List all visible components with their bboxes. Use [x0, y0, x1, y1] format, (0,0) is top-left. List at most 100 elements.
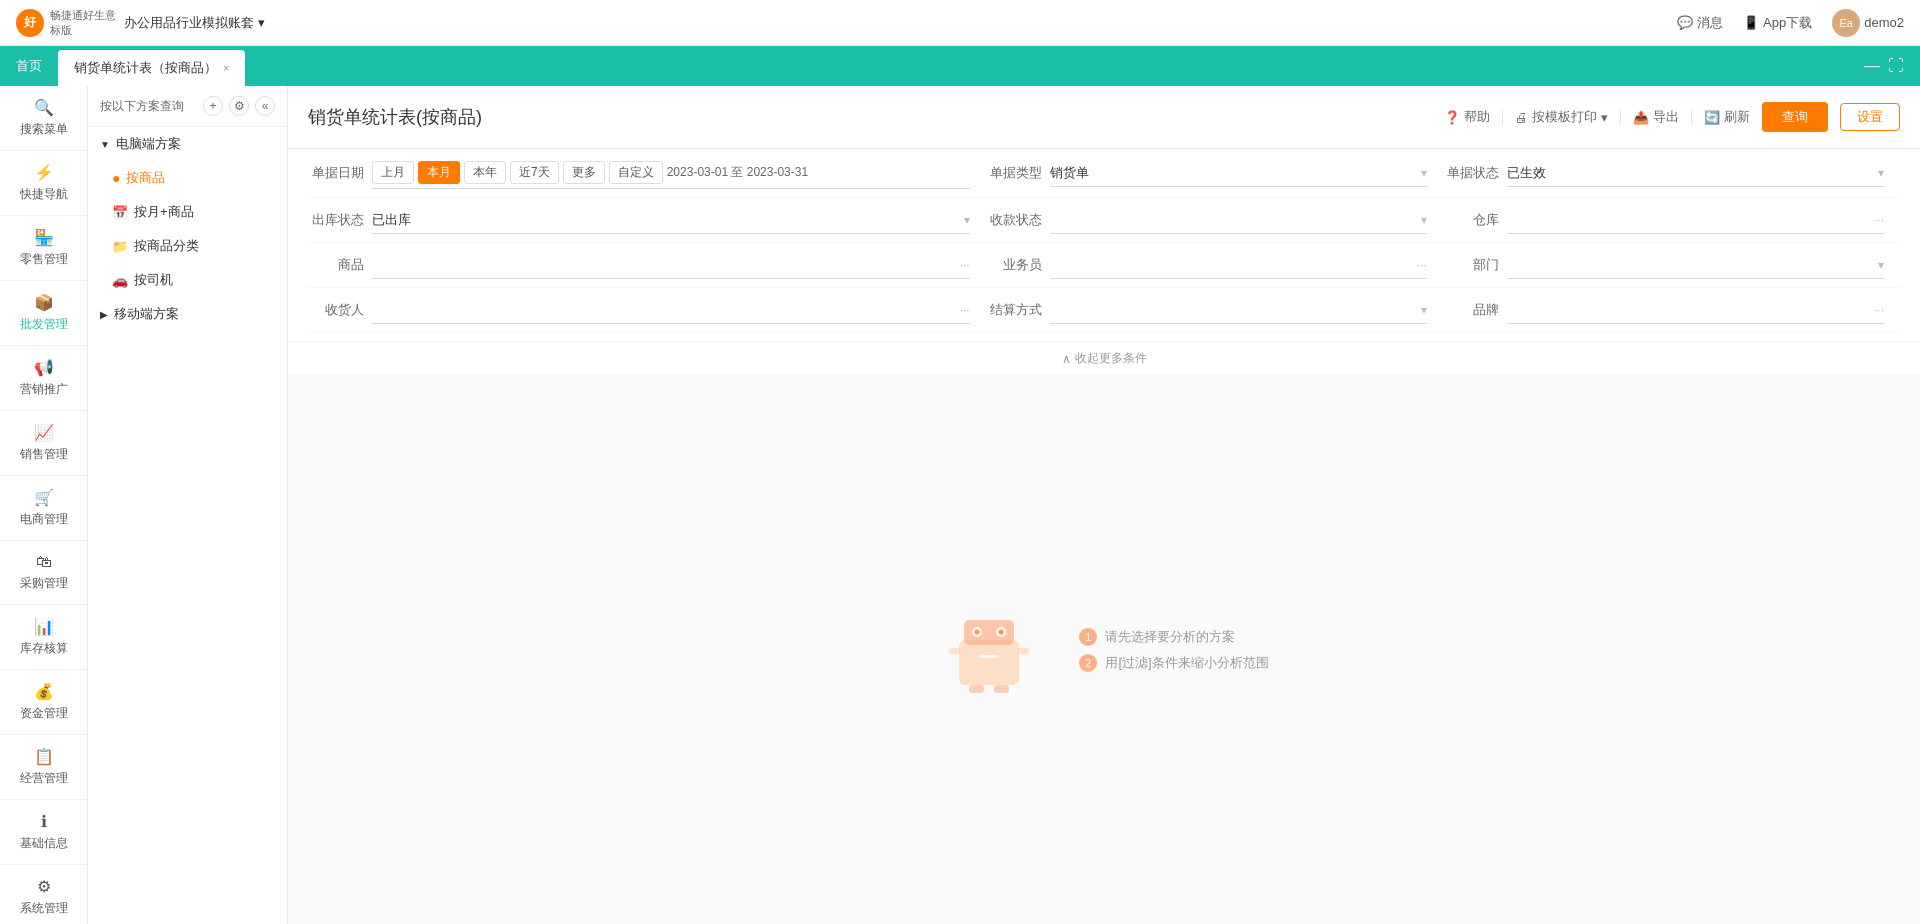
logo-text: 畅捷通好生意 标版	[50, 8, 116, 37]
type-dropdown-icon[interactable]: ▾	[1421, 166, 1427, 180]
warehouse-more-icon[interactable]: ···	[1874, 213, 1884, 227]
filter-cell-type: 单据类型 销货单 ▾	[986, 159, 1443, 187]
wholesale-icon: 📦	[34, 293, 54, 312]
scheme-item-by-goods[interactable]: ● 按商品	[88, 161, 287, 195]
user-area[interactable]: Ea demo2	[1832, 9, 1904, 37]
date-btn-custom[interactable]: 自定义	[609, 161, 663, 184]
svg-rect-0	[959, 640, 1019, 685]
status-value[interactable]: 已生效 ▾	[1507, 159, 1884, 187]
status-dropdown-icon[interactable]: ▾	[1878, 166, 1884, 180]
print-button[interactable]: 🖨 按模板打印 ▾	[1515, 108, 1608, 126]
tab-sales-stats[interactable]: 销货单统计表（按商品） ×	[58, 50, 245, 86]
tab-close-icon[interactable]: ×	[223, 62, 229, 74]
minimize-icon[interactable]: —	[1864, 57, 1880, 75]
retail-icon: 🏪	[34, 228, 54, 247]
payment-dropdown[interactable]: ▾	[1421, 303, 1427, 317]
scheme-group-pc[interactable]: ▼ 电脑端方案	[88, 127, 287, 161]
date-range: 2023-03-01 至 2023-03-31	[667, 164, 808, 181]
sidebar-item-marketing[interactable]: 📢 营销推广	[0, 346, 87, 411]
collapse-row[interactable]: ∧ 收起更多条件	[288, 341, 1920, 375]
date-btn-more[interactable]: 更多	[563, 161, 605, 184]
filter-results-panel: 销货单统计表(按商品) ❓ 帮助 🖨 按模板打印 ▾	[288, 86, 1920, 924]
sidebar-item-wholesale[interactable]: 📦 批发管理	[0, 281, 87, 346]
empty-svg	[939, 600, 1039, 700]
sidebar-item-inventory[interactable]: 📊 库存核算	[0, 605, 87, 670]
brand-value[interactable]: ···	[1507, 296, 1884, 324]
receiver-value[interactable]: ···	[372, 296, 970, 324]
maximize-icon[interactable]: ⛶	[1888, 57, 1904, 75]
scheme-group-mobile[interactable]: ▶ 移动端方案	[88, 297, 287, 331]
sales-icon: 📈	[34, 423, 54, 442]
filter-row-3: 商品 ··· 业务员 ··· 部门	[308, 243, 1900, 288]
empty-hint-1: 1 请先选择要分析的方案	[1079, 628, 1268, 646]
message-button[interactable]: 💬 消息	[1677, 14, 1723, 32]
sidebar-item-retail[interactable]: 🏪 零售管理	[0, 216, 87, 281]
scheme-item-driver[interactable]: 🚗 按司机	[88, 263, 287, 297]
date-btn-this-month[interactable]: 本月	[418, 161, 460, 184]
print-icon: 🖨	[1515, 110, 1528, 125]
sidebar-item-system[interactable]: ⚙ 系统管理	[0, 865, 87, 924]
sidebar-item-finance[interactable]: 💰 资金管理	[0, 670, 87, 735]
warehouse-out-value[interactable]: 已出库 ▾	[372, 206, 970, 234]
goods-value[interactable]: ···	[372, 251, 970, 279]
goods-more-icon[interactable]: ···	[960, 258, 970, 272]
sidebar-item-sales[interactable]: 📈 销售管理	[0, 411, 87, 476]
finance-icon: 💰	[34, 682, 54, 701]
type-value[interactable]: 销货单 ▾	[1050, 159, 1427, 187]
inventory-icon: 📊	[34, 617, 54, 636]
receiver-more-icon[interactable]: ···	[960, 303, 970, 317]
page-title-row: 销货单统计表(按商品) ❓ 帮助 🖨 按模板打印 ▾	[308, 102, 1900, 132]
logo-area: 好 畅捷通好生意 标版	[16, 8, 116, 37]
svg-rect-8	[1017, 648, 1029, 654]
svg-point-4	[975, 629, 980, 634]
svg-rect-1	[964, 620, 1014, 645]
staff-value[interactable]: ···	[1050, 251, 1427, 279]
refresh-button[interactable]: 🔄 刷新	[1704, 108, 1750, 126]
scheme-item-month-goods[interactable]: 📅 按月+商品	[88, 195, 287, 229]
scheme-item-goods-category[interactable]: 📁 按商品分类	[88, 229, 287, 263]
filter-cell-receiver: 收货人 ···	[308, 296, 986, 324]
scheme-panel-header: 按以下方案查询 + ⚙ «	[88, 86, 287, 127]
app-download-button[interactable]: 📱 App下载	[1743, 14, 1812, 32]
warehouse-out-dropdown[interactable]: ▾	[964, 213, 970, 227]
content-area: 按以下方案查询 + ⚙ « ▼ 电脑端方案 ● 按商品 📅 按月+商品	[88, 86, 1920, 924]
staff-label: 业务员	[986, 256, 1042, 274]
filter-cell-staff: 业务员 ···	[986, 251, 1443, 279]
query-button[interactable]: 查询	[1762, 102, 1828, 132]
status-label: 单据状态	[1443, 164, 1499, 182]
receive-dropdown[interactable]: ▾	[1421, 213, 1427, 227]
scheme-settings-button[interactable]: ⚙	[229, 96, 249, 116]
sidebar-item-ecommerce[interactable]: 🛒 电商管理	[0, 476, 87, 541]
scheme-add-button[interactable]: +	[203, 96, 223, 116]
sidebar-item-nav[interactable]: ⚡ 快捷导航	[0, 151, 87, 216]
dept-label: 部门	[1443, 256, 1499, 274]
date-btn-7days[interactable]: 近7天	[510, 161, 559, 184]
filter-cell-date: 单据日期 上月 本月 本年 近7天 更多 自定义 2023-03-01 至 20…	[308, 157, 986, 189]
page-header: 销货单统计表(按商品) ❓ 帮助 🖨 按模板打印 ▾	[288, 86, 1920, 149]
scheme-collapse-button[interactable]: «	[255, 96, 275, 116]
svg-rect-7	[949, 648, 961, 654]
date-btn-this-year[interactable]: 本年	[464, 161, 506, 184]
sidebar-item-basic-info[interactable]: ℹ 基础信息	[0, 800, 87, 865]
page-title: 销货单统计表(按商品)	[308, 105, 482, 129]
export-button[interactable]: 📤 导出	[1633, 108, 1679, 126]
filter-cell-payment: 结算方式 ▾	[986, 296, 1443, 324]
receive-value[interactable]: ▾	[1050, 206, 1427, 234]
date-btn-last-month[interactable]: 上月	[372, 161, 414, 184]
workspace-selector[interactable]: 办公用品行业模拟账套 ▾	[124, 14, 265, 32]
help-button[interactable]: ❓ 帮助	[1444, 108, 1490, 126]
payment-value[interactable]: ▾	[1050, 296, 1427, 324]
filter-row-1: 单据日期 上月 本月 本年 近7天 更多 自定义 2023-03-01 至 20…	[308, 149, 1900, 198]
warehouse-value[interactable]: ···	[1507, 206, 1884, 234]
filter-cell-brand: 品牌 ···	[1443, 296, 1900, 324]
sidebar-item-purchase[interactable]: 🛍 采购管理	[0, 541, 87, 605]
brand-more-icon[interactable]: ···	[1874, 303, 1884, 317]
warehouse-out-label: 出库状态	[308, 211, 364, 229]
sidebar-item-search[interactable]: 🔍 搜索菜单	[0, 86, 87, 151]
dept-dropdown[interactable]: ▾	[1878, 258, 1884, 272]
settings-button[interactable]: 设置	[1840, 103, 1900, 131]
dept-value[interactable]: ▾	[1507, 251, 1884, 279]
sidebar-item-operations[interactable]: 📋 经营管理	[0, 735, 87, 800]
staff-more-icon[interactable]: ···	[1417, 258, 1427, 272]
tab-home[interactable]: 首页	[0, 46, 58, 86]
